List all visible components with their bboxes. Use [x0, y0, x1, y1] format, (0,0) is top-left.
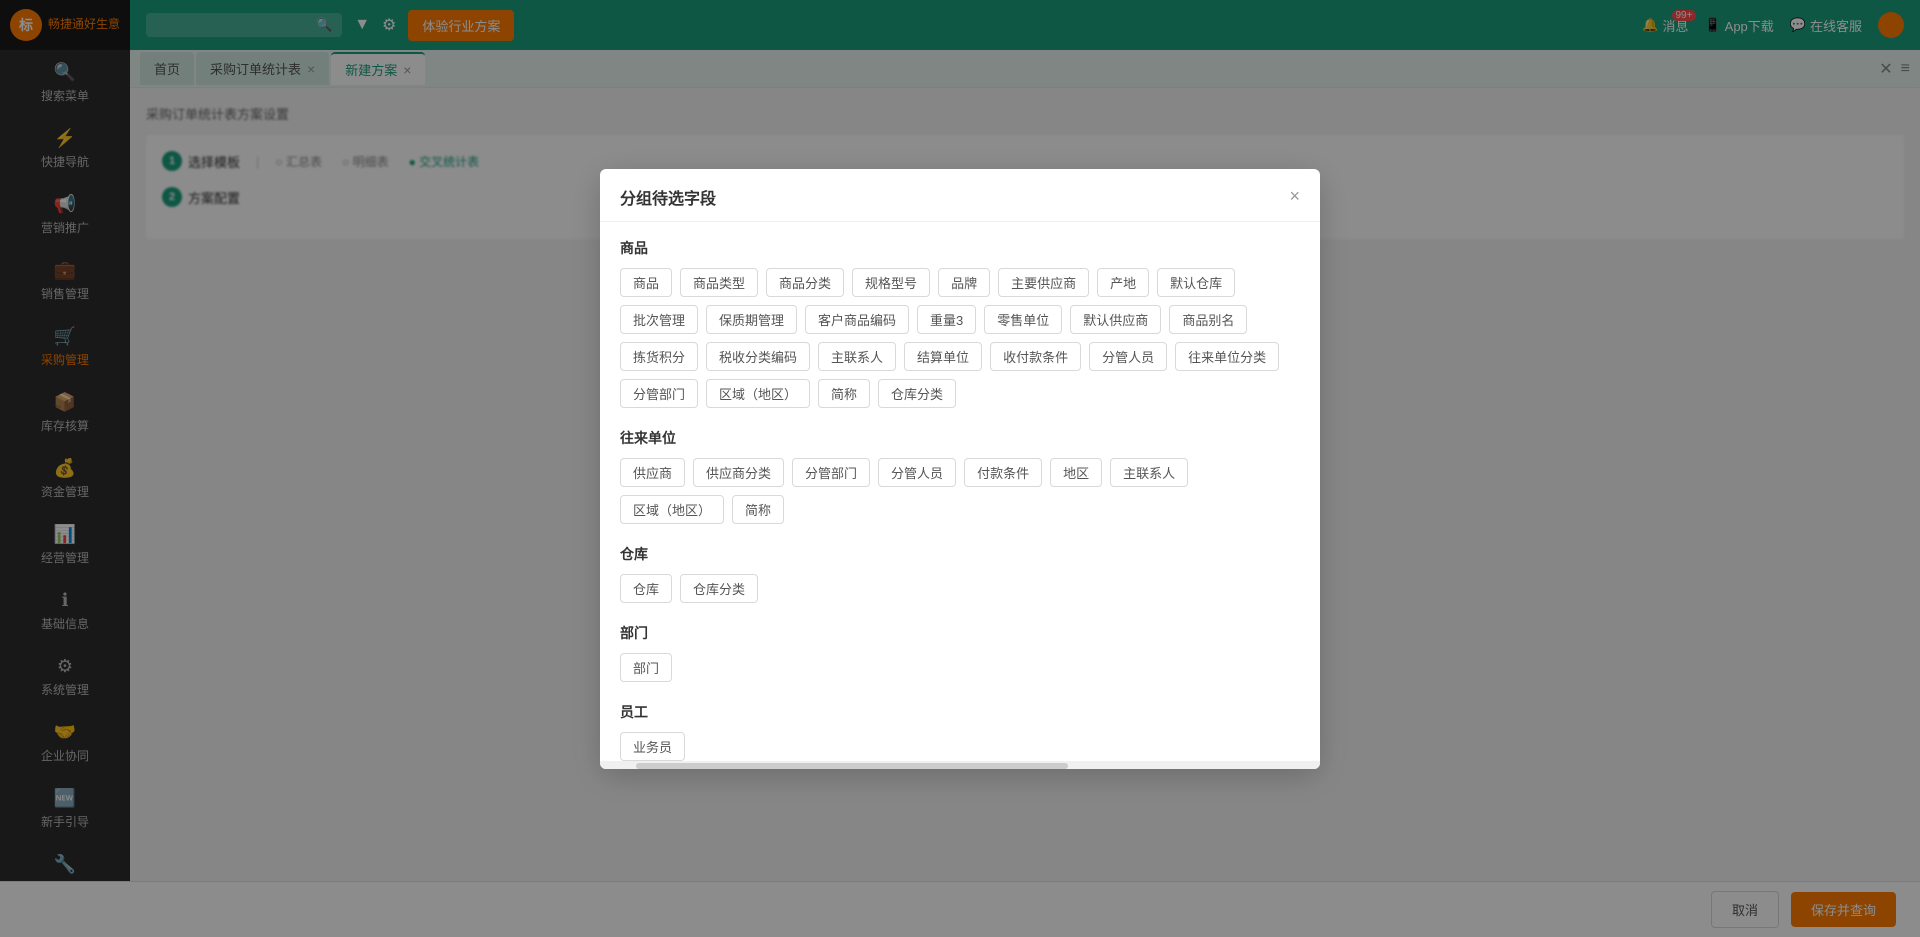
- field-tag-partner-6[interactable]: 主联系人: [1110, 458, 1188, 487]
- field-tags-partner: 供应商供应商分类分管部门分管人员付款条件地区主联系人区域（地区） 简称: [620, 458, 1300, 524]
- field-tag-partner-7[interactable]: 区域（地区）: [620, 495, 724, 524]
- field-section-title-department: 部门: [620, 623, 1300, 643]
- field-tag-goods-2[interactable]: 商品分类: [766, 268, 844, 297]
- field-tag-warehouse-0[interactable]: 仓库: [620, 574, 672, 603]
- field-tag-partner-1[interactable]: 供应商分类: [693, 458, 784, 487]
- field-tag-goods-22[interactable]: 分管部门: [620, 379, 698, 408]
- dialog-header: 分组待选字段 ×: [600, 169, 1320, 222]
- dialog-close-btn[interactable]: ×: [1289, 186, 1300, 207]
- field-tag-goods-0[interactable]: 商品: [620, 268, 672, 297]
- field-tag-department-0[interactable]: 部门: [620, 653, 672, 682]
- field-tag-partner-3[interactable]: 分管人员: [878, 458, 956, 487]
- field-tag-goods-9[interactable]: 保质期管理: [706, 305, 797, 334]
- field-tag-goods-10[interactable]: 客户商品编码: [805, 305, 909, 334]
- field-tag-goods-3[interactable]: 规格型号: [852, 268, 930, 297]
- field-tag-goods-17[interactable]: 主联系人: [818, 342, 896, 371]
- field-tag-goods-21[interactable]: 往来单位分类: [1175, 342, 1279, 371]
- field-section-employee: 员工业务员: [620, 702, 1300, 761]
- dialog-scroll-bar: [600, 761, 1320, 769]
- field-tag-employee-0[interactable]: 业务员: [620, 732, 685, 761]
- field-tag-goods-14[interactable]: 商品别名: [1169, 305, 1247, 334]
- field-tag-goods-7[interactable]: 默认仓库: [1157, 268, 1235, 297]
- field-section-title-partner: 往来单位: [620, 428, 1300, 448]
- field-section-title-goods: 商品: [620, 238, 1300, 258]
- field-tag-goods-1[interactable]: 商品类型: [680, 268, 758, 297]
- field-tags-department: 部门: [620, 653, 1300, 682]
- field-tag-goods-6[interactable]: 产地: [1097, 268, 1149, 297]
- field-section-title-employee: 员工: [620, 702, 1300, 722]
- field-section-title-warehouse: 仓库: [620, 544, 1300, 564]
- field-tag-goods-19[interactable]: 收付款条件: [990, 342, 1081, 371]
- field-tags-warehouse: 仓库仓库分类: [620, 574, 1300, 603]
- field-section-department: 部门部门: [620, 623, 1300, 682]
- field-tag-goods-16[interactable]: 税收分类编码: [706, 342, 810, 371]
- field-section-partner: 往来单位供应商供应商分类分管部门分管人员付款条件地区主联系人区域（地区） 简称: [620, 428, 1300, 524]
- field-tag-goods-18[interactable]: 结算单位: [904, 342, 982, 371]
- field-tags-employee: 业务员: [620, 732, 1300, 761]
- field-tag-goods-15[interactable]: 拣货积分: [620, 342, 698, 371]
- field-tag-goods-24[interactable]: 简称: [818, 379, 870, 408]
- field-tag-partner-2[interactable]: 分管部门: [792, 458, 870, 487]
- dialog-body: 商品商品商品类型商品分类规格型号品牌主要供应商产地默认仓库批次管理保质期管理客户…: [600, 222, 1320, 761]
- field-tag-goods-12[interactable]: 零售单位: [984, 305, 1062, 334]
- field-section-goods: 商品商品商品类型商品分类规格型号品牌主要供应商产地默认仓库批次管理保质期管理客户…: [620, 238, 1300, 408]
- dialog: 分组待选字段 × 商品商品商品类型商品分类规格型号品牌主要供应商产地默认仓库批次…: [600, 169, 1320, 769]
- field-tag-goods-20[interactable]: 分管人员: [1089, 342, 1167, 371]
- field-tag-partner-5[interactable]: 地区: [1050, 458, 1102, 487]
- field-tag-goods-23[interactable]: 区域（地区）: [706, 379, 810, 408]
- field-tag-warehouse-1[interactable]: 仓库分类: [680, 574, 758, 603]
- field-tag-goods-13[interactable]: 默认供应商: [1070, 305, 1161, 334]
- modal-overlay: 分组待选字段 × 商品商品商品类型商品分类规格型号品牌主要供应商产地默认仓库批次…: [0, 0, 1920, 937]
- field-tag-partner-8[interactable]: 简称: [732, 495, 784, 524]
- dialog-scroll-thumb: [636, 763, 1068, 769]
- field-tag-goods-11[interactable]: 重量3: [917, 305, 976, 334]
- field-tag-goods-4[interactable]: 品牌: [938, 268, 990, 297]
- field-tags-goods: 商品商品类型商品分类规格型号品牌主要供应商产地默认仓库批次管理保质期管理客户商品…: [620, 268, 1300, 408]
- field-tag-goods-5[interactable]: 主要供应商: [998, 268, 1089, 297]
- field-tag-goods-25[interactable]: 仓库分类: [878, 379, 956, 408]
- field-tag-partner-0[interactable]: 供应商: [620, 458, 685, 487]
- field-tag-partner-4[interactable]: 付款条件: [964, 458, 1042, 487]
- dialog-title: 分组待选字段: [620, 185, 716, 209]
- field-tag-goods-8[interactable]: 批次管理: [620, 305, 698, 334]
- field-section-warehouse: 仓库仓库仓库分类: [620, 544, 1300, 603]
